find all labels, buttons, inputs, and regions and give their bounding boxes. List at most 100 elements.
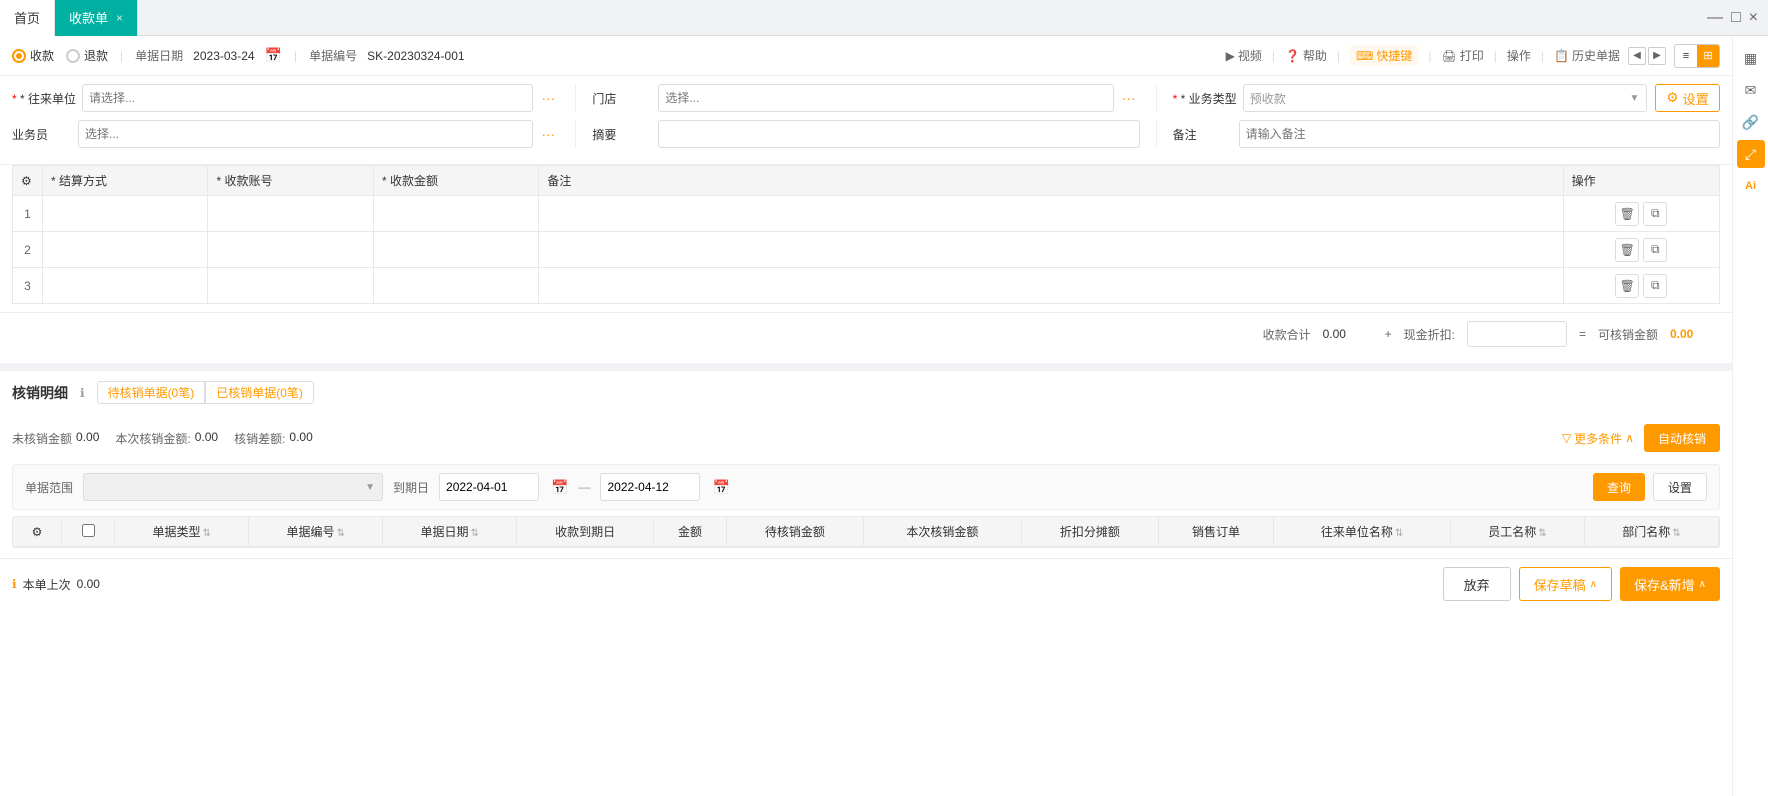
save-draft-btn[interactable]: 保存草稿 ∧ [1519,567,1612,601]
help-icon: ❓ [1285,49,1300,63]
receipt-type-group: 收款 退款 [12,47,108,64]
cha-value: 0.00 [289,430,312,447]
verify-info-icon[interactable]: ℹ [80,386,85,400]
row2-note[interactable] [539,232,1563,268]
xianjin-input[interactable] [1467,321,1567,347]
tab-bar: 首页 收款单 × — □ × [0,0,1768,36]
sidebar-link-icon[interactable]: 🔗 [1737,108,1765,136]
sub-table-wrap: ⚙ 单据类型⇅ 单据编号⇅ 单据日期⇅ [12,516,1720,548]
next-arrow[interactable]: ▶ [1648,47,1666,65]
row3-amount[interactable] [373,268,538,304]
stat-cha: 核销差额: 0.00 [234,430,313,447]
table-row: 1 🗑 ⧉ [13,196,1720,232]
pending-tab[interactable]: 待核销单据(0笔) [97,381,206,404]
row1-jiesuan[interactable] [43,196,208,232]
stat-wei: 未核销金额 0.00 [12,430,99,447]
radio-tuikuan[interactable]: 退款 [66,47,108,64]
tab-close-icon[interactable]: × [116,11,123,25]
query-btn[interactable]: 查询 [1593,473,1645,501]
customer-input[interactable] [82,84,533,112]
help-btn[interactable]: ❓ 帮助 [1285,47,1327,64]
radio-shoukuan[interactable]: 收款 [12,47,54,64]
verify-header: 核销明细 ℹ 待核销单据(0笔) 已核销单据(0笔) [12,381,1720,404]
sth-this-verify: 本次核销金额 [863,517,1021,547]
more-conditions-btn[interactable]: ▽ 更多条件 ∧ [1562,430,1634,447]
grid-view-btn[interactable]: ⊞ [1697,45,1719,67]
row1-note[interactable] [539,196,1563,232]
th-jiesuan: * 结算方式 [43,166,208,196]
row2-copy-btn[interactable]: ⧉ [1643,238,1667,262]
salesman-field: 业务员 ··· [12,120,559,148]
th-gear[interactable]: ⚙ [13,166,43,196]
customer-more-btn[interactable]: ··· [537,90,559,106]
dan-ju-fan-wei-select[interactable] [83,473,383,501]
select-all-checkbox[interactable] [82,524,95,537]
row1-account[interactable] [208,196,373,232]
row1-copy-btn[interactable]: ⧉ [1643,202,1667,226]
salesman-more-btn[interactable]: ··· [537,126,559,142]
bottom-info: ℹ 本单上次 0.00 [12,576,100,593]
cal-from-icon[interactable]: 📅 [551,479,568,496]
table-row: 2 🗑 ⧉ [13,232,1720,268]
row2-amount[interactable] [373,232,538,268]
dan-ju-fan-wei-label: 单据范围 [25,479,73,496]
auto-verify-btn[interactable]: 自动核销 [1644,424,1720,452]
minimize-btn[interactable]: — [1707,9,1723,27]
cha-label: 核销差额: [234,430,285,447]
verify-title: 核销明细 [12,383,68,403]
filter-settings-btn[interactable]: 设置 [1653,473,1707,501]
sidebar-mail-icon[interactable]: ✉ [1737,76,1765,104]
row1-amount[interactable] [373,196,538,232]
sort-type-icon: ⇅ [203,528,211,539]
maximize-btn[interactable]: □ [1731,9,1741,27]
tab-home[interactable]: 首页 [0,0,55,36]
save-new-btn[interactable]: 保存&新增 ∧ [1620,567,1720,601]
operation-btn[interactable]: 操作 [1507,47,1531,64]
row2-delete-btn[interactable]: 🗑 [1615,238,1639,262]
bottom-info-icon[interactable]: ℹ [12,577,17,591]
settings-button[interactable]: ⚙ 设置 [1655,84,1720,112]
list-view-btn[interactable]: ≡ [1675,45,1697,67]
row2-account[interactable] [208,232,373,268]
receipt-table: ⚙ * 结算方式 * 收款账号 * 收款金额 备注 [12,165,1720,304]
date-from-input[interactable] [439,473,539,501]
note-input[interactable] [1239,120,1720,148]
summary-input[interactable] [658,120,1139,148]
store-more-btn[interactable]: ··· [1118,90,1140,106]
print-btn[interactable]: 🖨 打印 [1442,47,1484,64]
row3-delete-btn[interactable]: 🗑 [1615,274,1639,298]
history-btn[interactable]: 📋 历史单据 [1554,47,1620,64]
note-field: 备注 [1173,120,1720,148]
plus-sign: + [1385,327,1392,341]
store-input[interactable] [658,84,1113,112]
sep2: | [294,49,297,63]
shortcut-btn[interactable]: ⌨ 快捷键 [1350,45,1418,66]
date-to-input[interactable] [600,473,700,501]
done-tab[interactable]: 已核销单据(0笔) [205,381,314,404]
date-label: 单据日期 [135,47,183,64]
row3-jiesuan[interactable] [43,268,208,304]
business-type-input[interactable] [1243,84,1648,112]
salesman-input[interactable] [78,120,533,148]
th-note: 备注 [539,166,1563,196]
abandon-btn[interactable]: 放弃 [1443,567,1511,601]
prev-arrow[interactable]: ◀ [1628,47,1646,65]
tab-shoukuan[interactable]: 收款单 × [55,0,138,36]
business-type-field: * 业务类型 ▼ ⚙ 设置 [1173,84,1720,112]
video-btn[interactable]: ▶ 视频 [1226,47,1262,64]
sidebar-table-icon[interactable]: ▦ [1737,44,1765,72]
sep5: | [1428,49,1431,63]
sidebar-expand-icon[interactable]: ⤢ [1737,140,1765,168]
row1-delete-btn[interactable]: 🗑 [1615,202,1639,226]
calendar-icon[interactable]: 📅 [265,47,282,64]
sth-gear[interactable]: ⚙ [13,517,61,547]
row3-copy-btn[interactable]: ⧉ [1643,274,1667,298]
close-btn[interactable]: × [1749,9,1758,27]
toolbar-actions: ▶ 视频 | ❓ 帮助 | ⌨ 快捷键 | 🖨 打印 | [1226,44,1720,68]
table-section: ⚙ * 结算方式 * 收款账号 * 收款金额 备注 [0,165,1732,312]
cal-to-icon[interactable]: 📅 [712,479,729,496]
main-wrap: 收款 退款 | 单据日期 2023-03-24 📅 | 单据编号 SK-2023… [0,36,1768,796]
row3-note[interactable] [539,268,1563,304]
row3-account[interactable] [208,268,373,304]
row2-jiesuan[interactable] [43,232,208,268]
